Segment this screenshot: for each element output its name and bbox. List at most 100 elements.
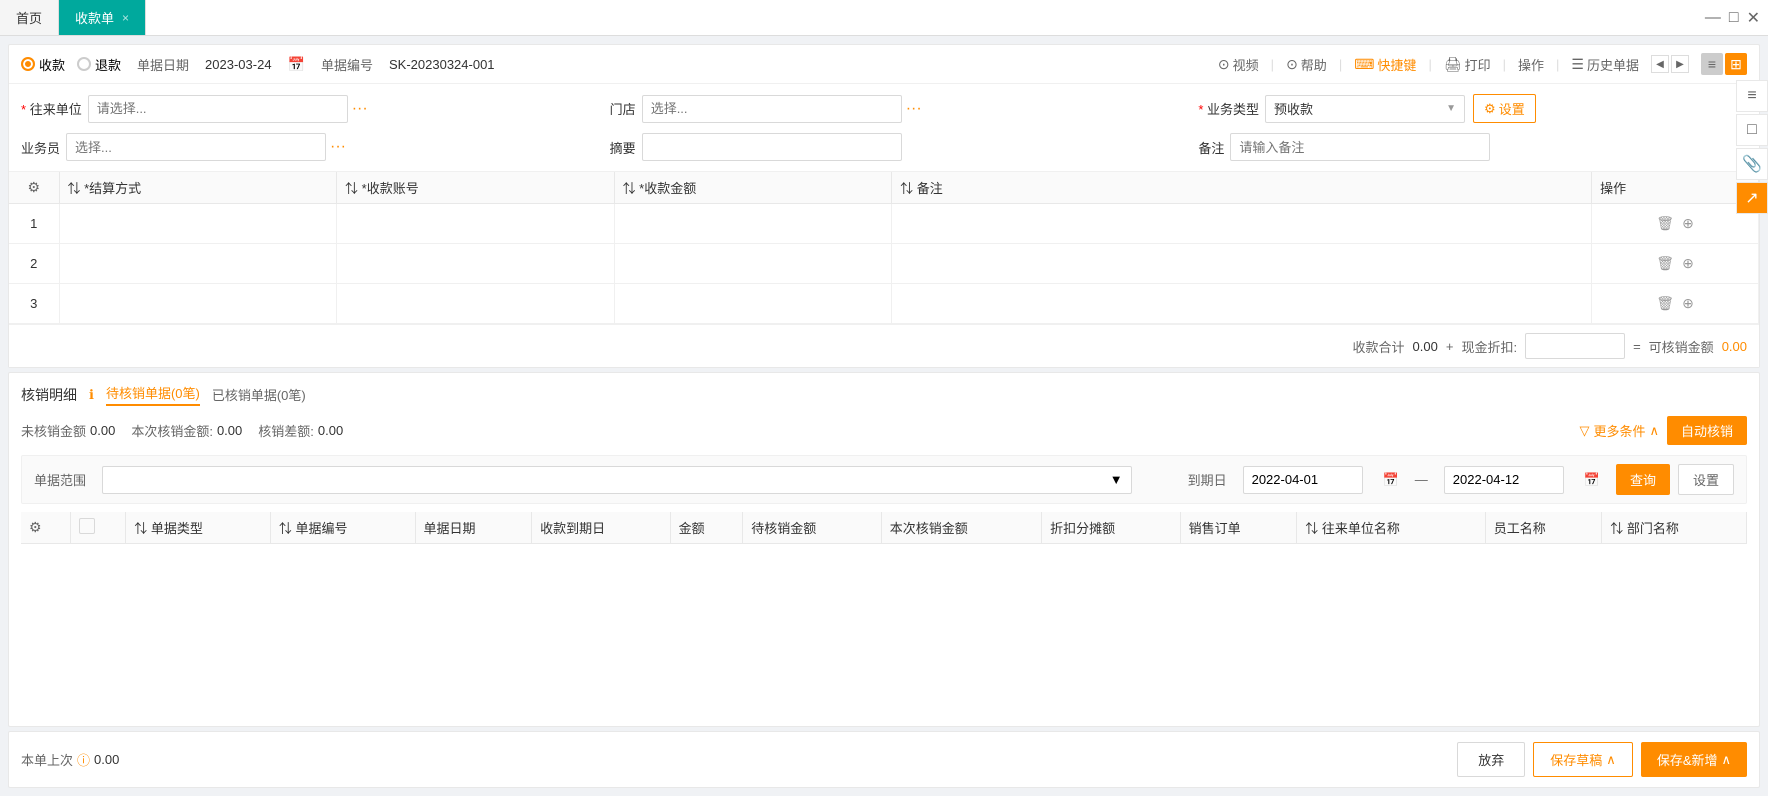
- staff-input[interactable]: [66, 133, 326, 161]
- summary-input[interactable]: [642, 133, 902, 161]
- prev-arrow[interactable]: ◀: [1651, 55, 1669, 73]
- tab-close-icon[interactable]: ×: [122, 11, 129, 25]
- store-input[interactable]: [642, 95, 902, 123]
- row-account-1[interactable]: [337, 204, 615, 244]
- minimize-icon[interactable]: —: [1705, 9, 1721, 27]
- discount-input[interactable]: [1525, 333, 1625, 359]
- delete-icon-1[interactable]: 🗑: [1656, 215, 1674, 232]
- counterpart-more-icon[interactable]: ···: [352, 101, 368, 117]
- draft-button[interactable]: 保存草稿 ∧: [1533, 742, 1633, 777]
- bt-settings-icon[interactable]: ⚙: [29, 519, 42, 535]
- row-remark-3[interactable]: [892, 284, 1592, 324]
- bt-col-date: 单据日期: [415, 512, 532, 544]
- date-from-input[interactable]: [1243, 466, 1363, 494]
- close-icon[interactable]: ✕: [1747, 8, 1760, 28]
- remark-input[interactable]: [1230, 133, 1490, 161]
- sidebar-icon-4[interactable]: ↗: [1736, 182, 1768, 214]
- receipt-radio[interactable]: 收款: [21, 55, 65, 74]
- col-amount-label: ⇅ *收款金额: [623, 178, 697, 197]
- counterpart-field: * 往来单位 ···: [21, 95, 570, 123]
- more-conditions-btn[interactable]: ▽ 更多条件 ∧: [1579, 421, 1659, 440]
- row-amount-3[interactable]: [614, 284, 892, 324]
- settings-button[interactable]: ⚙ 设置: [1473, 94, 1536, 123]
- counterpart-label: * 往来单位: [21, 99, 82, 118]
- staff-more-icon[interactable]: ···: [330, 139, 346, 155]
- abandon-button[interactable]: 放弃: [1457, 742, 1525, 777]
- remark-field: 备注: [1198, 133, 1747, 161]
- stat-current: 本次核销金额: 0.00: [131, 421, 242, 440]
- bt-col-settings[interactable]: ⚙: [21, 512, 70, 544]
- row-account-2[interactable]: [337, 244, 615, 284]
- save-button[interactable]: 保存&新增 ∧: [1641, 742, 1747, 777]
- list-view-icon[interactable]: ≡: [1701, 53, 1723, 75]
- right-sidebar: ≡ □ 📎 ↗: [1736, 80, 1768, 214]
- select-all-checkbox[interactable]: [79, 518, 95, 534]
- sidebar-icon-2[interactable]: □: [1736, 114, 1768, 146]
- draft-label: 保存草稿: [1550, 750, 1602, 769]
- date-to-input[interactable]: [1444, 466, 1564, 494]
- col-account-label: ⇅ *收款账号: [345, 178, 419, 197]
- range-label: 单据范围: [34, 470, 86, 489]
- range-select[interactable]: ▼: [102, 466, 1132, 494]
- row-remark-1[interactable]: [892, 204, 1592, 244]
- store-more-icon[interactable]: ···: [906, 101, 922, 117]
- sep2: |: [1339, 57, 1342, 72]
- summary-row: 收款合计 0.00 + 现金折扣: = 可核销金额 0.00: [9, 324, 1759, 367]
- help-btn[interactable]: ⊙ 帮助: [1286, 55, 1327, 74]
- operate-btn[interactable]: 操作: [1518, 55, 1544, 74]
- delete-icon-2[interactable]: 🗑: [1656, 255, 1674, 272]
- query-button[interactable]: 查询: [1616, 464, 1670, 495]
- calendar-icon[interactable]: 📅: [288, 56, 305, 73]
- row-account-3[interactable]: [337, 284, 615, 324]
- stat-diff: 核销差额: 0.00: [258, 421, 343, 440]
- print-btn[interactable]: 🖨 打印: [1444, 55, 1491, 74]
- verify-section: 核销明细 ℹ 待核销单据(0笔) 已核销单据(0笔) 未核销金额 0.00 本次…: [8, 372, 1760, 727]
- video-btn[interactable]: ⊙ 视频: [1218, 55, 1259, 74]
- calendar-to-icon[interactable]: 📅: [1584, 472, 1600, 488]
- auto-verify-button[interactable]: 自动核销: [1667, 416, 1747, 445]
- tab-home[interactable]: 首页: [0, 0, 59, 35]
- sidebar-icon-1[interactable]: ≡: [1736, 80, 1768, 112]
- counterpart-input[interactable]: [88, 95, 348, 123]
- draft-arrow-icon: ∧: [1606, 752, 1616, 768]
- grid-view-icon[interactable]: ⊞: [1725, 53, 1747, 75]
- verify-info-icon[interactable]: ℹ: [89, 387, 94, 403]
- copy-icon-3[interactable]: ⊕: [1682, 295, 1694, 312]
- tab-receipt[interactable]: 收款单 ×: [59, 0, 146, 35]
- table-settings-icon[interactable]: ⚙: [27, 179, 40, 195]
- row-settlement-1[interactable]: [59, 204, 337, 244]
- col-settings[interactable]: ⚙: [9, 172, 59, 204]
- copy-icon-1[interactable]: ⊕: [1682, 215, 1694, 232]
- row-amount-1[interactable]: [614, 204, 892, 244]
- save-label: 保存&新增: [1657, 750, 1718, 769]
- calendar-from-icon[interactable]: 📅: [1383, 472, 1399, 488]
- footer-info-icon[interactable]: ⓘ: [77, 750, 90, 769]
- tab-pending[interactable]: 待核销单据(0笔): [106, 383, 200, 406]
- footer-actions: 放弃 保存草稿 ∧ 保存&新增 ∧: [1457, 742, 1747, 777]
- refund-radio-label: 退款: [95, 55, 121, 74]
- filter-icon: ▽: [1579, 423, 1589, 439]
- view-icons: ≡ ⊞: [1701, 53, 1747, 75]
- refund-radio[interactable]: 退款: [77, 55, 121, 74]
- tab-verified[interactable]: 已核销单据(0笔): [212, 385, 306, 404]
- row-remark-2[interactable]: [892, 244, 1592, 284]
- total-value: 0.00: [1413, 339, 1438, 354]
- video-icon: ⊙: [1218, 56, 1230, 73]
- delete-icon-3[interactable]: 🗑: [1656, 295, 1674, 312]
- filter-settings-button[interactable]: 设置: [1678, 464, 1734, 495]
- toolbar-right: ⊙ 视频 | ⊙ 帮助 | ⌨ 快捷键 | 🖨 打印 |: [1218, 53, 1747, 75]
- net-value: 0.00: [1722, 339, 1747, 354]
- shortcut-btn[interactable]: ⌨ 快捷键: [1354, 55, 1416, 74]
- row-amount-2[interactable]: [614, 244, 892, 284]
- sidebar-icon-3[interactable]: 📎: [1736, 148, 1768, 180]
- tab-bar: 首页 收款单 × — □ ✕: [0, 0, 1768, 36]
- remark-label: 备注: [1198, 138, 1224, 157]
- copy-icon-2[interactable]: ⊕: [1682, 255, 1694, 272]
- shortcut-icon: ⌨: [1354, 56, 1374, 73]
- next-arrow[interactable]: ▶: [1671, 55, 1689, 73]
- row-settlement-3[interactable]: [59, 284, 337, 324]
- history-btn[interactable]: ☰ 历史单据: [1571, 55, 1639, 74]
- business-type-select[interactable]: 预收款 ▼: [1265, 95, 1465, 123]
- maximize-icon[interactable]: □: [1729, 9, 1739, 27]
- row-settlement-2[interactable]: [59, 244, 337, 284]
